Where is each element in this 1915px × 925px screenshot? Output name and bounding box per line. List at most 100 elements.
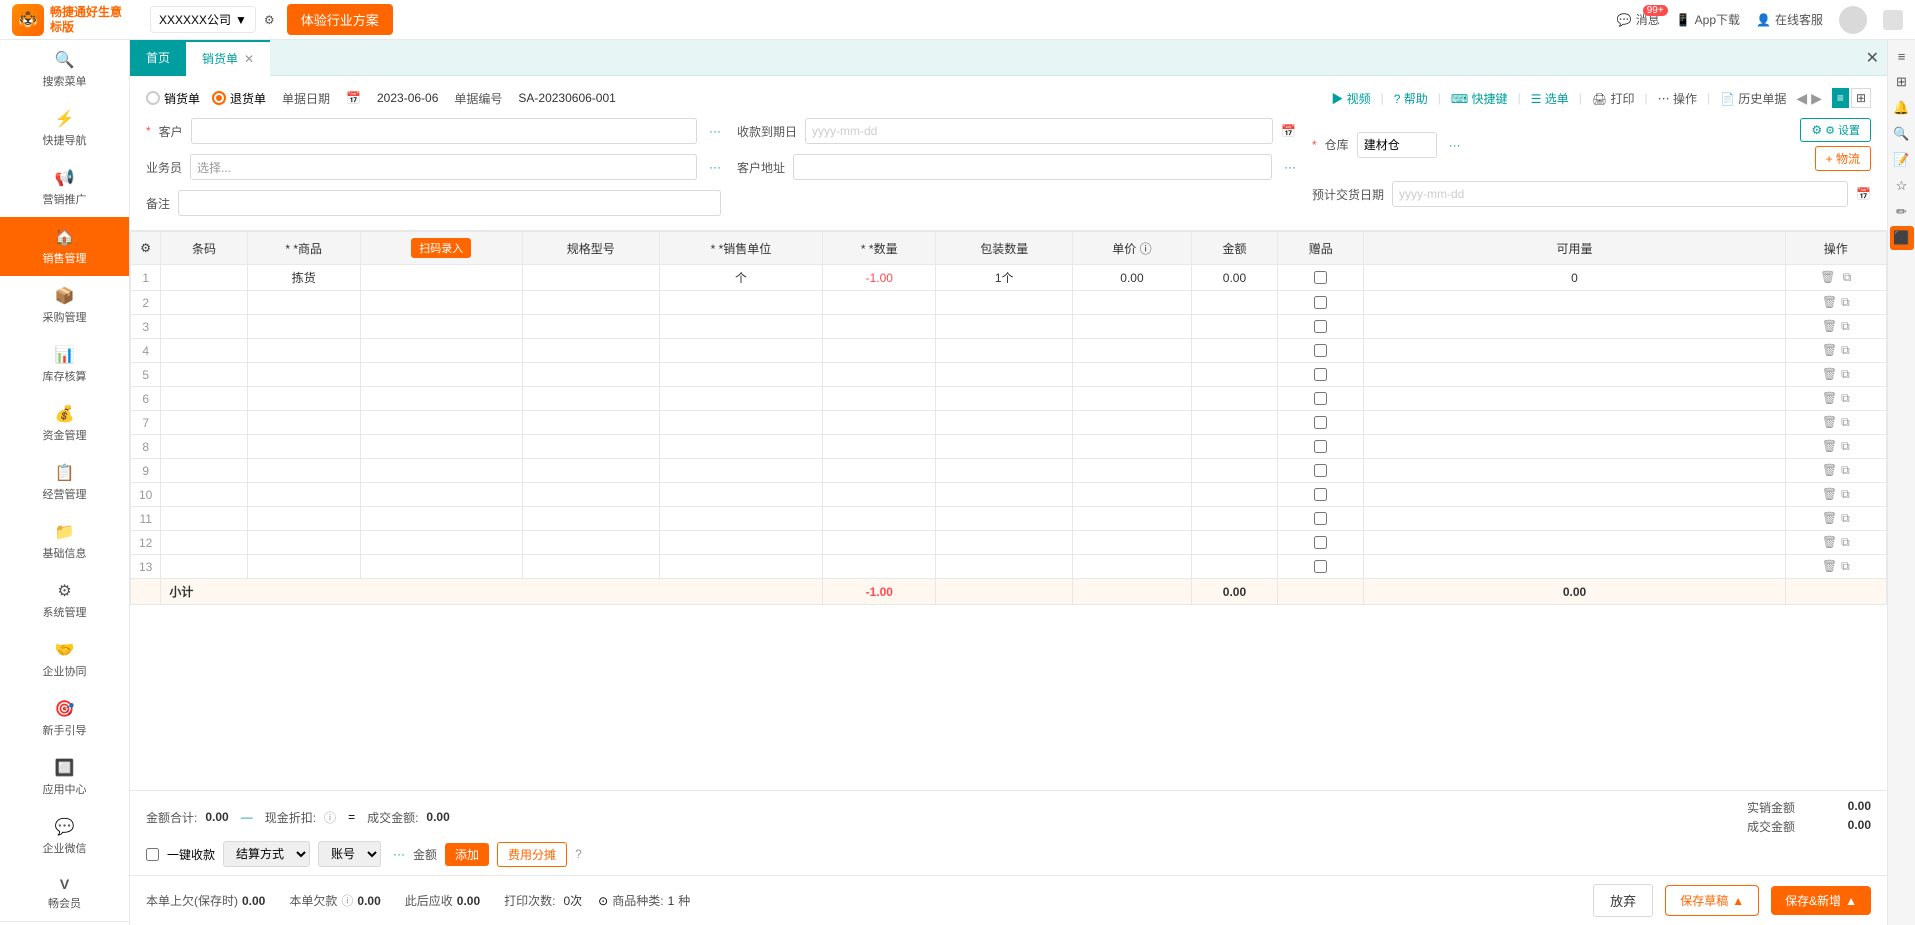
sidebar-item-finance[interactable]: 💰 资金管理 — [0, 394, 129, 453]
expense-button[interactable]: 费用分摊 — [497, 842, 567, 867]
gift-checkbox-12[interactable] — [1314, 536, 1327, 549]
right-panel-list-icon[interactable]: ≡ — [1890, 44, 1914, 68]
settings-icon[interactable]: ⚙ — [264, 13, 275, 27]
prev-arrow[interactable]: ◀ — [1796, 90, 1807, 107]
expected-delivery-input[interactable]: yyyy-mm-dd — [1392, 181, 1848, 207]
online-service-button[interactable]: 👤 在线客服 — [1756, 11, 1823, 28]
delete-icon-4[interactable]: 🗑 — [1822, 343, 1837, 357]
radio-return-order[interactable]: 退货单 — [212, 90, 266, 107]
sidebar-item-app-center[interactable]: 🔲 应用中心 — [0, 748, 129, 807]
sidebar-item-enterprise[interactable]: 🤝 企业协同 — [0, 630, 129, 689]
product-cell-1[interactable]: 拣货 — [247, 265, 360, 291]
delete-icon-1[interactable]: 🗑 — [1820, 270, 1835, 284]
settlement-method-select[interactable]: 结算方式 — [223, 841, 310, 867]
copy-icon-1[interactable]: ⧉ — [1843, 270, 1852, 284]
bill-owed-help-icon[interactable]: ⓘ — [341, 892, 353, 909]
date-icon[interactable]: 📅 — [346, 91, 361, 105]
copy-icon-3[interactable]: ⧉ — [1841, 319, 1850, 333]
right-panel-orange-icon[interactable]: ⬛ — [1890, 226, 1914, 250]
col-settings-header[interactable]: ⚙ — [131, 232, 161, 265]
delete-icon-12[interactable]: 🗑 — [1822, 535, 1837, 549]
unit-cell-1[interactable]: 个 — [659, 265, 823, 291]
gift-checkbox-10[interactable] — [1314, 488, 1327, 501]
gift-checkbox-2[interactable] — [1314, 296, 1327, 309]
delete-icon-2[interactable]: 🗑 — [1822, 295, 1837, 309]
right-panel-star-icon[interactable]: ☆ — [1890, 174, 1914, 198]
amount-cell-1[interactable]: 0.00 — [1191, 265, 1277, 291]
account-more-icon[interactable]: ··· — [393, 847, 405, 861]
gift-checkbox-6[interactable] — [1314, 392, 1327, 405]
tab-sales-order[interactable]: 销货单 ✕ — [186, 40, 270, 76]
expense-help-icon[interactable]: ? — [575, 847, 582, 861]
sidebar-item-wechat[interactable]: 💬 企业微信 — [0, 807, 129, 866]
customer-input[interactable] — [191, 118, 697, 144]
sidebar-item-guide[interactable]: 🎯 新手引导 — [0, 689, 129, 748]
copy-icon-6[interactable]: ⧉ — [1841, 391, 1850, 405]
sidebar-item-system[interactable]: ⚙ 系统管理 — [0, 571, 129, 630]
salesperson-input[interactable]: 选择... — [190, 154, 697, 180]
gift-checkbox-1[interactable] — [1314, 271, 1327, 284]
message-button[interactable]: 💬 消息 99+ — [1617, 11, 1660, 28]
copy-icon-12[interactable]: ⧉ — [1841, 535, 1850, 549]
scan-button[interactable]: 扫码录入 — [411, 238, 471, 258]
copy-icon-9[interactable]: ⧉ — [1841, 463, 1850, 477]
toolbar-shortcut[interactable]: ⌨ 快捷键 — [1451, 90, 1508, 107]
gift-checkbox-11[interactable] — [1314, 512, 1327, 525]
copy-icon-4[interactable]: ⧉ — [1841, 343, 1850, 357]
right-panel-edit-icon[interactable]: ✏ — [1890, 200, 1914, 224]
delete-icon-3[interactable]: 🗑 — [1822, 319, 1837, 333]
delete-icon-7[interactable]: 🗑 — [1822, 415, 1837, 429]
experience-button[interactable]: 体验行业方案 — [287, 4, 393, 35]
discount-help-icon[interactable]: ⓘ — [324, 809, 336, 826]
payment-date-calendar-icon[interactable]: 📅 — [1281, 124, 1296, 138]
delete-icon-13[interactable]: 🗑 — [1822, 559, 1837, 573]
delete-icon-8[interactable]: 🗑 — [1822, 439, 1837, 453]
gift-checkbox-9[interactable] — [1314, 464, 1327, 477]
salesperson-more-icon[interactable]: ··· — [709, 160, 721, 174]
sidebar-item-marketing[interactable]: 📢 营销推广 — [0, 158, 129, 217]
copy-icon-13[interactable]: ⧉ — [1841, 559, 1850, 573]
product-type-icon[interactable]: ⊙ — [598, 894, 608, 908]
gift-checkbox-13[interactable] — [1314, 560, 1327, 573]
delete-icon-9[interactable]: 🗑 — [1822, 463, 1837, 477]
warehouse-input[interactable]: 建材仓 — [1357, 132, 1437, 158]
app-download-button[interactable]: 📱 App下载 — [1676, 11, 1740, 28]
add-button[interactable]: 添加 — [445, 843, 489, 866]
tab-close-main-icon[interactable]: ✕ — [1866, 48, 1879, 68]
company-selector[interactable]: XXXXXX公司 ▼ — [150, 6, 256, 33]
settings-button[interactable]: ⚙⚙ 设置 — [1800, 118, 1871, 142]
barcode-cell-1[interactable] — [161, 265, 247, 291]
address-more-icon[interactable]: ··· — [1284, 160, 1296, 174]
gift-checkbox-8[interactable] — [1314, 440, 1327, 453]
sidebar-item-search[interactable]: 🔍 搜索菜单 — [0, 40, 129, 99]
sidebar-item-management[interactable]: 📋 经营管理 — [0, 453, 129, 512]
sidebar-item-sales[interactable]: 🏠 销售管理 — [0, 217, 129, 276]
warehouse-more-icon[interactable]: ··· — [1449, 138, 1461, 152]
packqty-cell-1[interactable]: 1个 — [936, 265, 1073, 291]
account-select[interactable]: 账号 — [318, 841, 381, 867]
copy-icon-2[interactable]: ⧉ — [1841, 295, 1850, 309]
col-scan-header[interactable]: 扫码录入 — [360, 232, 522, 265]
copy-icon-11[interactable]: ⧉ — [1841, 511, 1850, 525]
radio-sales-order[interactable]: 销货单 — [146, 90, 200, 107]
abandon-button[interactable]: 放弃 — [1593, 884, 1653, 917]
right-panel-bell-icon[interactable]: 🔔 — [1890, 96, 1914, 120]
remark-input[interactable] — [178, 190, 721, 216]
toolbar-help[interactable]: ? 帮助 — [1394, 90, 1428, 107]
sidebar-item-quicknav[interactable]: ⚡ 快捷导航 — [0, 99, 129, 158]
save-draft-button[interactable]: 保存草稿 ▲ — [1665, 885, 1759, 916]
right-panel-note-icon[interactable]: 📝 — [1890, 148, 1914, 172]
copy-icon-7[interactable]: ⧉ — [1841, 415, 1850, 429]
payment-date-input[interactable]: yyyy-mm-dd — [805, 118, 1273, 144]
qty-cell-1[interactable]: -1.00 — [823, 265, 936, 291]
list-view-button[interactable]: ≡ — [1832, 88, 1849, 108]
grid-view-button[interactable]: ⊞ — [1851, 88, 1871, 108]
customer-more-icon[interactable]: ··· — [709, 124, 721, 138]
logistics-button[interactable]: + 物流 — [1815, 146, 1871, 171]
price-cell-1[interactable]: 0.00 — [1073, 265, 1192, 291]
customer-address-input[interactable] — [793, 154, 1272, 180]
delete-icon-5[interactable]: 🗑 — [1822, 367, 1837, 381]
toolbar-select[interactable]: ☰ 选单 — [1531, 90, 1569, 107]
copy-icon-5[interactable]: ⧉ — [1841, 367, 1850, 381]
toolbar-history[interactable]: 📄 历史单据 — [1720, 90, 1786, 107]
